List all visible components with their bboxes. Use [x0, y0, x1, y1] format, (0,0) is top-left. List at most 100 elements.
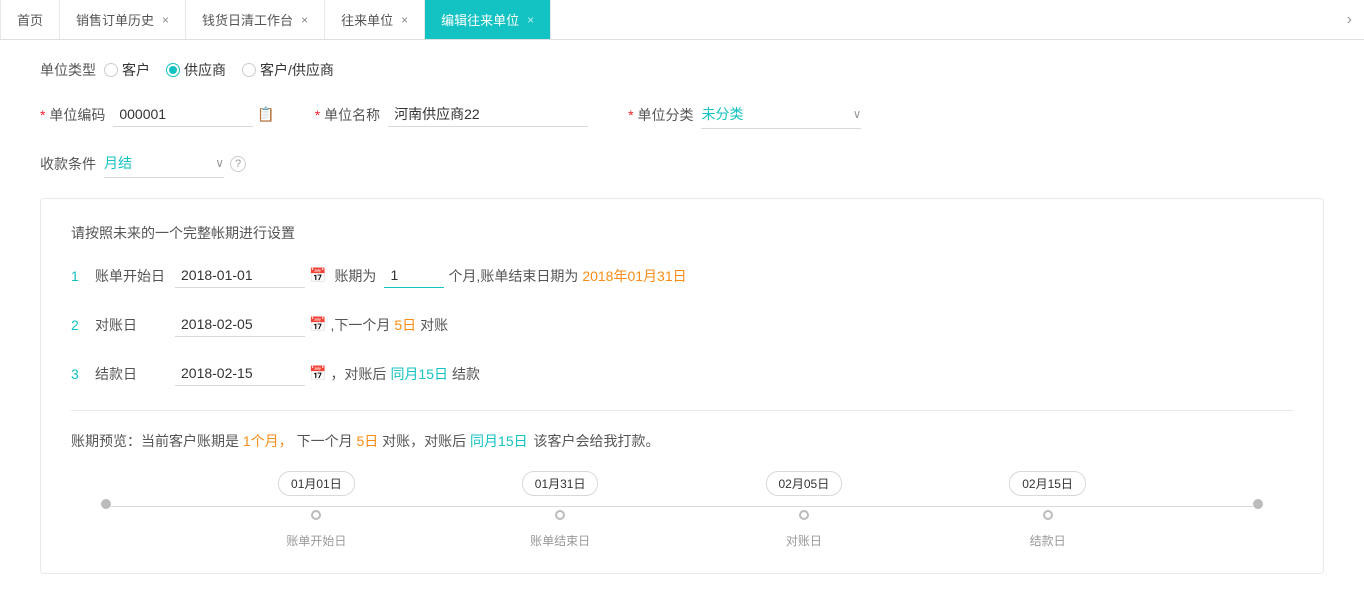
- tab-sales-history-close[interactable]: ×: [162, 13, 169, 27]
- tab-counterparty-label: 往来单位: [341, 10, 393, 29]
- row-1-period-suffix: 个月,账单结束日期为: [448, 266, 578, 286]
- timeline-start-circle: [101, 499, 111, 509]
- timeline-node-1: 01月01日 账单开始日: [278, 471, 355, 549]
- panel-hint: 请按照未来的一个完整帐期进行设置: [71, 223, 1293, 243]
- tab-cash-work[interactable]: 钱货日清工作台 ×: [186, 0, 325, 39]
- billing-panel: 请按照未来的一个完整帐期进行设置 1 账单开始日 📅 账期为 个月,账单结束日期…: [40, 198, 1324, 574]
- row-3-label: 结款日: [95, 364, 175, 384]
- row-2-content: 📅 ,下一个月 5日 对账: [175, 312, 1293, 337]
- tab-home[interactable]: 首页: [0, 0, 60, 39]
- payment-terms-group: 收款条件 月结 ∨ ?: [40, 149, 246, 178]
- tab-sales-history-label: 销售订单历史: [76, 10, 154, 29]
- preview-month: 1个月，: [243, 433, 293, 449]
- tab-bar: 首页 销售订单历史 × 钱货日清工作台 × 往来单位 × 编辑往来单位 × ›: [0, 0, 1364, 40]
- radio-supplier-circle: [166, 63, 180, 77]
- row-3-suffix-end: 结款: [452, 364, 480, 384]
- preview-text: 账期预览：当前客户账期是 1个月， 下一个月 5日 对账，对账后 同月15日 该…: [71, 431, 1293, 451]
- timeline-label-1: 账单开始日: [286, 532, 346, 549]
- row-2-label: 对账日: [95, 315, 175, 335]
- unit-name-label: 单位名称: [315, 105, 380, 125]
- row-3-suffix-normal: ，对账后: [330, 364, 386, 384]
- radio-both-circle: [242, 63, 256, 77]
- radio-both[interactable]: 客户/供应商: [242, 60, 334, 80]
- row-1-period-input[interactable]: [384, 263, 444, 288]
- row-2-suffix-highlight: 5日: [394, 315, 416, 335]
- unit-code-calendar-icon[interactable]: 📋: [257, 106, 274, 123]
- row-2-number: 2: [71, 317, 95, 333]
- payment-terms-row: 收款条件 月结 ∨ ?: [40, 149, 1324, 178]
- row-2-calendar-icon[interactable]: 📅: [309, 316, 326, 333]
- row-1-content: 📅 账期为 个月,账单结束日期为 2018年01月31日: [175, 263, 1293, 288]
- payment-terms-arrow-icon: ∨: [215, 156, 224, 170]
- unit-info-row: 单位编码 📋 单位名称 单位分类 未分类 ∨: [40, 100, 1324, 129]
- timeline-end-circle: [1253, 499, 1263, 509]
- timeline-node-3: 02月05日 对账日: [766, 471, 843, 549]
- timeline-badge-1: 01月01日: [278, 471, 355, 496]
- payment-terms-select[interactable]: 月结 ∨: [104, 149, 224, 178]
- unit-code-input[interactable]: [113, 102, 253, 127]
- row-3-date-input[interactable]: [175, 361, 305, 386]
- row-1-number: 1: [71, 268, 95, 284]
- tab-cash-work-label: 钱货日清工作台: [202, 10, 293, 29]
- unit-type-label: 单位类型: [40, 60, 96, 80]
- preview-reconcile-middle: 对账，对账后: [382, 433, 466, 449]
- row-3-calendar-icon[interactable]: 📅: [309, 365, 326, 382]
- tab-more-button[interactable]: ›: [1335, 11, 1364, 29]
- billing-row-3: 3 结款日 📅 ，对账后 同月15日 结款: [71, 361, 1293, 386]
- timeline-dot-2: [555, 510, 565, 520]
- timeline-dot-4: [1043, 510, 1053, 520]
- unit-code-label: 单位编码: [40, 105, 105, 125]
- row-1-period-prefix: 账期为: [334, 266, 376, 286]
- unit-category-select[interactable]: 未分类 ∨: [701, 100, 861, 129]
- payment-terms-help-icon[interactable]: ?: [230, 156, 246, 172]
- timeline-node-2: 01月31日 账单结束日: [522, 471, 599, 549]
- radio-supplier[interactable]: 供应商: [166, 60, 226, 80]
- tab-home-label: 首页: [17, 10, 43, 29]
- tab-counterparty-close[interactable]: ×: [401, 13, 408, 27]
- unit-category-arrow-icon: ∨: [853, 107, 862, 121]
- unit-category-value: 未分类: [701, 104, 844, 124]
- unit-name-group: 单位名称: [315, 102, 588, 127]
- row-2-suffix-normal: ,下一个月: [330, 315, 390, 335]
- preview-reconcile-prefix: 下一个月: [297, 433, 353, 449]
- timeline-label-3: 对账日: [786, 532, 822, 549]
- unit-type-group: 单位类型 客户 供应商 客户/供应商: [40, 60, 334, 80]
- row-1-calendar-icon[interactable]: 📅: [309, 267, 326, 284]
- radio-both-label: 客户/供应商: [260, 60, 334, 80]
- radio-customer[interactable]: 客户: [104, 60, 150, 80]
- billing-row-1: 1 账单开始日 📅 账期为 个月,账单结束日期为 2018年01月31日: [71, 263, 1293, 288]
- row-2-suffix-end: 对账: [420, 315, 448, 335]
- timeline-label-4: 结款日: [1030, 532, 1066, 549]
- unit-type-row: 单位类型 客户 供应商 客户/供应商: [40, 60, 1324, 80]
- tab-cash-work-close[interactable]: ×: [301, 13, 308, 27]
- preview-payment-highlight: 同月15日: [470, 433, 528, 449]
- timeline-badge-2: 01月31日: [522, 471, 599, 496]
- main-content: 单位类型 客户 供应商 客户/供应商 单位编码 📋: [0, 40, 1364, 614]
- timeline-container: 01月01日 账单开始日 01月31日 账单结束日 02月05日: [71, 471, 1293, 549]
- timeline-start-dot: [101, 471, 111, 509]
- timeline-row: 01月01日 账单开始日 01月31日 账单结束日 02月05日: [91, 471, 1273, 549]
- timeline-dot-1: [311, 510, 321, 520]
- tab-sales-history[interactable]: 销售订单历史 ×: [60, 0, 186, 39]
- payment-terms-value: 月结: [104, 153, 207, 173]
- unit-code-group: 单位编码 📋: [40, 102, 275, 127]
- payment-terms-label: 收款条件: [40, 154, 96, 174]
- row-1-date-input[interactable]: [175, 263, 305, 288]
- row-1-period-end: 2018年01月31日: [582, 266, 686, 286]
- unit-name-input[interactable]: [388, 102, 588, 127]
- unit-category-label: 单位分类: [628, 105, 693, 125]
- timeline-badge-4: 02月15日: [1009, 471, 1086, 496]
- preview-section: 账期预览：当前客户账期是 1个月， 下一个月 5日 对账，对账后 同月15日 该…: [71, 410, 1293, 549]
- radio-supplier-label: 供应商: [184, 60, 226, 80]
- radio-customer-label: 客户: [122, 60, 150, 80]
- timeline-badge-3: 02月05日: [766, 471, 843, 496]
- row-2-date-input[interactable]: [175, 312, 305, 337]
- tab-counterparty[interactable]: 往来单位 ×: [325, 0, 425, 39]
- radio-customer-circle: [104, 63, 118, 77]
- timeline-end-dot: [1253, 471, 1263, 509]
- unit-type-radio-group: 客户 供应商 客户/供应商: [104, 60, 334, 80]
- timeline-dot-3: [799, 510, 809, 520]
- preview-reconcile-highlight: 5日: [356, 433, 378, 449]
- tab-edit-counterparty[interactable]: 编辑往来单位 ×: [425, 0, 551, 39]
- tab-edit-counterparty-close[interactable]: ×: [527, 13, 534, 27]
